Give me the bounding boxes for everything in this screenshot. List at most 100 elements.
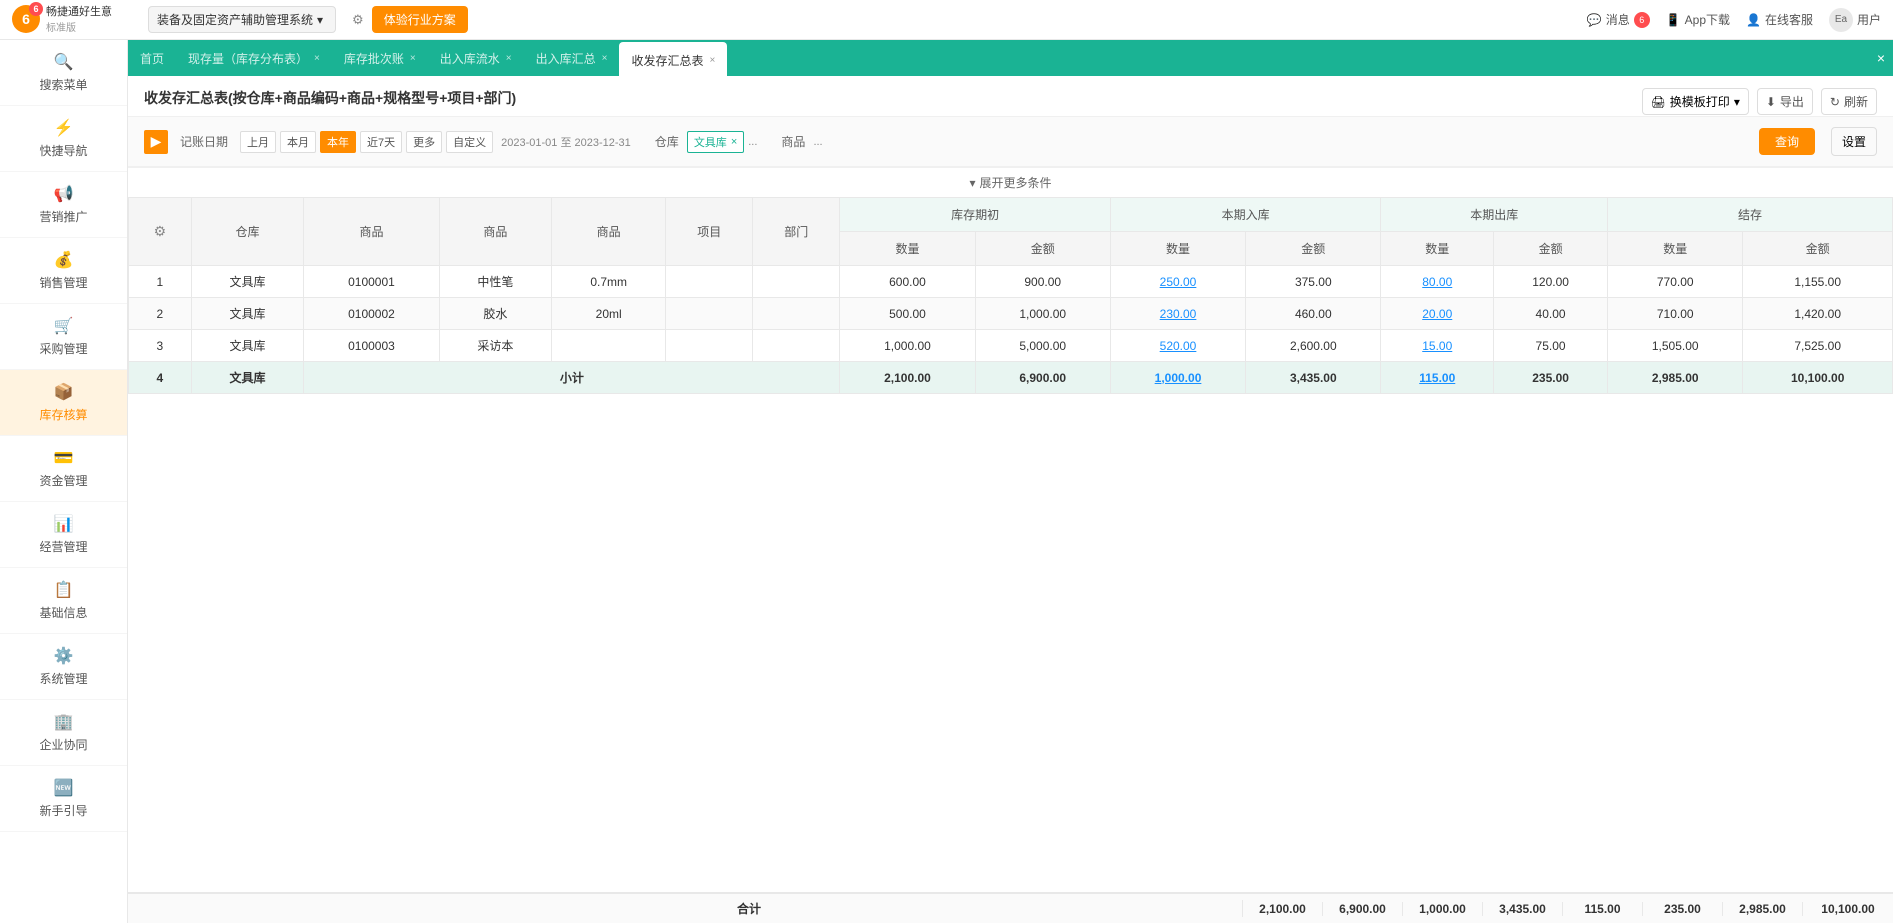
filter-toggle[interactable]: ▶ bbox=[144, 130, 168, 154]
online-service-item[interactable]: 👤 在线客服 bbox=[1746, 11, 1813, 28]
tab-bar: 首页 现存量（库存分布表） × 库存批次账 × 出入库流水 × 出入库汇总 × … bbox=[128, 40, 1893, 76]
sidebar-item-guide[interactable]: 🆕 新手引导 bbox=[0, 766, 127, 832]
tab-batch-ledger-close[interactable]: × bbox=[410, 53, 416, 64]
tab-home[interactable]: 首页 bbox=[128, 40, 176, 76]
online-service-label: 在线客服 bbox=[1765, 11, 1813, 28]
tab-inventory-dist-label: 现存量（库存分布表） bbox=[188, 50, 308, 67]
cell-project-3 bbox=[666, 330, 753, 362]
user-item[interactable]: Ea 用户 bbox=[1829, 8, 1881, 32]
warehouse-tag-close[interactable]: × bbox=[731, 136, 737, 148]
date-btn-more[interactable]: 更多 bbox=[406, 131, 442, 153]
sidebar-label-guide: 新手引导 bbox=[39, 802, 87, 819]
subtotal-label: 小计 bbox=[304, 362, 840, 394]
subtotal-in-qty[interactable]: 1,000.00 bbox=[1110, 362, 1245, 394]
template-icon: 🖨 bbox=[1651, 95, 1666, 109]
tab-in-out-summary-close[interactable]: × bbox=[602, 53, 608, 64]
date-btn-custom[interactable]: 自定义 bbox=[446, 131, 493, 153]
date-btn-this-month[interactable]: 本月 bbox=[280, 131, 316, 153]
footer-open-qty: 2,100.00 bbox=[1243, 902, 1323, 916]
date-filter-label: 记账日期 bbox=[180, 133, 228, 150]
cell-out-qty-3[interactable]: 15.00 bbox=[1381, 330, 1494, 362]
tab-inventory-dist-close[interactable]: × bbox=[314, 53, 320, 64]
sidebar-item-basic[interactable]: 📋 基础信息 bbox=[0, 568, 127, 634]
subtotal-out-qty[interactable]: 115.00 bbox=[1381, 362, 1494, 394]
app-download-item[interactable]: 📱 App下载 bbox=[1666, 11, 1730, 28]
sidebar-item-marketing[interactable]: 📢 营销推广 bbox=[0, 172, 127, 238]
main-content: 首页 现存量（库存分布表） × 库存批次账 × 出入库流水 × 出入库汇总 × … bbox=[128, 40, 1893, 923]
tab-in-out-flow[interactable]: 出入库流水 × bbox=[428, 40, 524, 76]
cell-in-qty-1[interactable]: 250.00 bbox=[1110, 266, 1245, 298]
enterprise-icon: 🏢 bbox=[54, 712, 74, 732]
subtotal-bal-qty: 2,985.00 bbox=[1608, 362, 1743, 394]
tab-in-out-summary-label: 出入库汇总 bbox=[536, 50, 596, 67]
sidebar-label-quicknav: 快捷导航 bbox=[39, 142, 87, 159]
th-balance-group: 结存 bbox=[1608, 198, 1893, 232]
tab-in-out-flow-close[interactable]: × bbox=[506, 53, 512, 64]
footer-total-bar: 合计 2,100.00 6,900.00 1,000.00 3,435.00 1… bbox=[128, 892, 1893, 923]
tab-batch-ledger-label: 库存批次账 bbox=[344, 50, 404, 67]
page-header-actions: 🖨 换模板打印 ▾ ⬇ 导出 ↻ 刷新 bbox=[1642, 88, 1877, 115]
cell-out-qty-1[interactable]: 80.00 bbox=[1381, 266, 1494, 298]
tab-receipt-summary[interactable]: 收发存汇总表 × bbox=[619, 42, 727, 78]
sidebar-label-marketing: 营销推广 bbox=[39, 208, 87, 225]
phone-icon: 📱 bbox=[1666, 13, 1681, 27]
refresh-button[interactable]: ↻ 刷新 bbox=[1821, 88, 1877, 115]
filter-settings-button[interactable]: 设置 bbox=[1831, 127, 1877, 156]
cell-in-qty-3[interactable]: 520.00 bbox=[1110, 330, 1245, 362]
export-button[interactable]: ⬇ 导出 bbox=[1757, 88, 1813, 115]
finance-icon: 💳 bbox=[54, 448, 74, 468]
system-icon: ⚙️ bbox=[54, 646, 74, 666]
product-more[interactable]: ... bbox=[813, 136, 822, 148]
experience-button[interactable]: 体验行业方案 bbox=[372, 6, 468, 33]
tab-receipt-summary-close[interactable]: × bbox=[709, 55, 715, 66]
cell-seq-2: 2 bbox=[129, 298, 192, 330]
query-button[interactable]: 查询 bbox=[1759, 128, 1815, 155]
service-icon: 👤 bbox=[1746, 13, 1761, 27]
sidebar-item-purchase[interactable]: 🛒 采购管理 bbox=[0, 304, 127, 370]
th-product-spec: 商品 bbox=[552, 198, 666, 266]
page-header: 收发存汇总表(按仓库+商品编码+商品+规格型号+项目+部门) 🖨 换模板打印 ▾… bbox=[128, 76, 1893, 117]
table-settings-icon[interactable]: ⚙ bbox=[154, 223, 167, 239]
expand-more[interactable]: ▾ 展开更多条件 bbox=[128, 167, 1893, 197]
cell-name-2: 胶水 bbox=[439, 298, 552, 330]
sidebar-item-search[interactable]: 🔍 搜索菜单 bbox=[0, 40, 127, 106]
filter-area: ▶ 记账日期 上月 本月 本年 近7天 更多 自定义 2023-01-01 至 … bbox=[128, 117, 1893, 167]
system-selector[interactable]: 装备及固定资产辅助管理系统 ▾ bbox=[148, 6, 336, 33]
tab-batch-ledger[interactable]: 库存批次账 × bbox=[332, 40, 428, 76]
footer-open-amt: 6,900.00 bbox=[1323, 902, 1403, 916]
date-btn-this-year[interactable]: 本年 bbox=[320, 131, 356, 153]
date-btn-last-month[interactable]: 上月 bbox=[240, 131, 276, 153]
cell-warehouse-3: 文具库 bbox=[191, 330, 304, 362]
tab-in-out-summary[interactable]: 出入库汇总 × bbox=[524, 40, 620, 76]
cell-seq-3: 3 bbox=[129, 330, 192, 362]
quicknav-icon: ⚡ bbox=[54, 118, 74, 138]
date-range-display: 2023-01-01 至 2023-12-31 bbox=[501, 134, 631, 150]
sidebar-item-operations[interactable]: 📊 经营管理 bbox=[0, 502, 127, 568]
message-item[interactable]: 💬 消息 6 bbox=[1587, 11, 1650, 28]
tab-inventory-dist[interactable]: 现存量（库存分布表） × bbox=[176, 40, 332, 76]
cell-bal-amt-1: 1,155.00 bbox=[1743, 266, 1893, 298]
cell-in-qty-2[interactable]: 230.00 bbox=[1110, 298, 1245, 330]
cell-name-1: 中性笔 bbox=[439, 266, 552, 298]
template-dropdown-icon: ▾ bbox=[1734, 95, 1740, 109]
top-bar: 6 6 畅捷通好生意 标准版 装备及固定资产辅助管理系统 ▾ ⚙ 体验行业方案 … bbox=[0, 0, 1893, 40]
sidebar-item-inventory[interactable]: 📦 库存核算 bbox=[0, 370, 127, 436]
th-product-code: 商品 bbox=[304, 198, 439, 266]
cell-seq-1: 1 bbox=[129, 266, 192, 298]
th-opening-group: 库存期初 bbox=[840, 198, 1111, 232]
cell-spec-1: 0.7mm bbox=[552, 266, 666, 298]
sidebar-item-enterprise[interactable]: 🏢 企业协同 bbox=[0, 700, 127, 766]
sidebar-item-system[interactable]: ⚙️ 系统管理 bbox=[0, 634, 127, 700]
sidebar-item-finance[interactable]: 💳 资金管理 bbox=[0, 436, 127, 502]
date-btn-7days[interactable]: 近7天 bbox=[360, 131, 402, 153]
sidebar-item-quick-nav[interactable]: ⚡ 快捷导航 bbox=[0, 106, 127, 172]
warehouse-more[interactable]: ... bbox=[748, 136, 757, 148]
cell-out-qty-2[interactable]: 20.00 bbox=[1381, 298, 1494, 330]
table-row: 3 文具库 0100003 采访本 1,000.00 5,000.00 520.… bbox=[129, 330, 1893, 362]
sidebar-item-sales[interactable]: 💰 销售管理 bbox=[0, 238, 127, 304]
template-print-button[interactable]: 🖨 换模板打印 ▾ bbox=[1642, 88, 1749, 115]
footer-label: 合计 bbox=[256, 900, 1243, 917]
tab-bar-close[interactable]: × bbox=[1877, 50, 1885, 66]
settings-icon[interactable]: ⚙ bbox=[352, 12, 364, 28]
footer-bal-amt: 10,100.00 bbox=[1803, 902, 1893, 916]
